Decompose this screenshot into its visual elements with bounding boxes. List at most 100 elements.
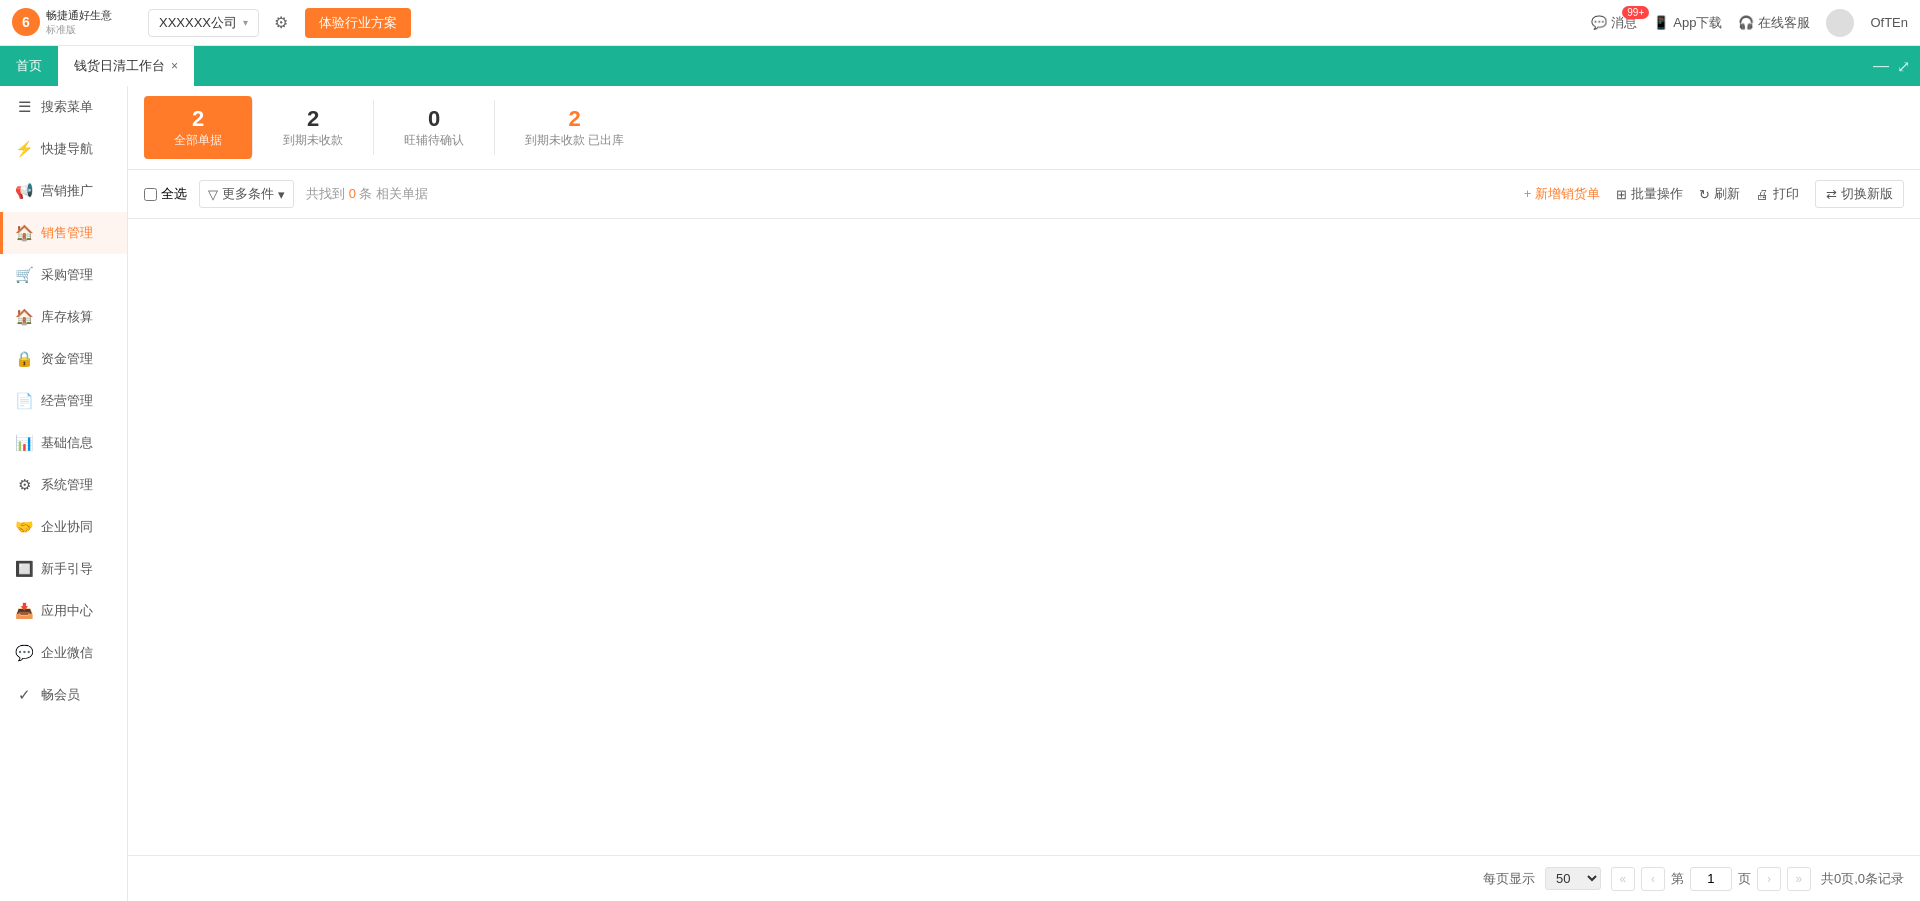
stat-number-wangwang: 0 bbox=[428, 106, 440, 132]
checkbox-input[interactable] bbox=[144, 188, 157, 201]
refresh-icon: ↻ bbox=[1699, 187, 1710, 202]
sidebar-item-quick-nav[interactable]: ⚡ 快捷导航 bbox=[0, 128, 127, 170]
toolbar-right: + 新增销货单 ⊞ 批量操作 ↻ 刷新 🖨 打印 ⇄ 切换新版 bbox=[1524, 180, 1904, 208]
tab-bar: 首页 钱货日清工作台 × — ⤢ bbox=[0, 46, 1920, 86]
print-button[interactable]: 🖨 打印 bbox=[1756, 185, 1799, 203]
stat-label-wangwang: 旺辅待确认 bbox=[404, 132, 464, 149]
table-area bbox=[128, 219, 1920, 855]
online-service-button[interactable]: 🎧 在线客服 bbox=[1738, 14, 1810, 32]
sidebar-item-member[interactable]: ✓ 畅会员 bbox=[0, 674, 127, 716]
menu-icon: ☰ bbox=[15, 98, 33, 116]
switch-version-button[interactable]: ⇄ 切换新版 bbox=[1815, 180, 1904, 208]
result-text: 共找到 0 条 相关单据 bbox=[306, 185, 428, 203]
logo-area: 6 畅捷通好生意 标准版 bbox=[12, 8, 140, 36]
enterprise-icon: 🤝 bbox=[15, 518, 33, 536]
new-order-button[interactable]: + 新增销货单 bbox=[1524, 185, 1600, 203]
guide-icon: 🔲 bbox=[15, 560, 33, 578]
stat-number-overdue-stock: 2 bbox=[569, 106, 581, 132]
main-layout: ☰ 搜索菜单 ⚡ 快捷导航 📢 营销推广 🏠 销售管理 🛒 采购管理 🏠 库存核… bbox=[0, 86, 1920, 901]
chevron-down-icon: ▾ bbox=[243, 17, 248, 28]
select-all-checkbox[interactable]: 全选 bbox=[144, 185, 187, 203]
settings-button[interactable]: ⚙ bbox=[267, 9, 295, 37]
per-page-label: 每页显示 bbox=[1483, 870, 1535, 888]
sidebar-item-purchase[interactable]: 🛒 采购管理 bbox=[0, 254, 127, 296]
sidebar-item-system[interactable]: ⚙ 系统管理 bbox=[0, 464, 127, 506]
page-input[interactable] bbox=[1690, 867, 1732, 891]
filter-icon: ▽ bbox=[208, 187, 218, 202]
app-version: 标准版 bbox=[46, 23, 112, 37]
message-badge: 99+ bbox=[1622, 6, 1649, 19]
sidebar-item-appstore[interactable]: 📥 应用中心 bbox=[0, 590, 127, 632]
prev-page-button[interactable]: ‹ bbox=[1641, 867, 1665, 891]
last-page-button[interactable]: » bbox=[1787, 867, 1811, 891]
marketing-icon: 📢 bbox=[15, 182, 33, 200]
refresh-button[interactable]: ↻ 刷新 bbox=[1699, 185, 1740, 203]
sidebar-item-guide[interactable]: 🔲 新手引导 bbox=[0, 548, 127, 590]
sidebar-item-operation[interactable]: 📄 经营管理 bbox=[0, 380, 127, 422]
switch-icon: ⇄ bbox=[1826, 187, 1837, 202]
member-icon: ✓ bbox=[15, 686, 33, 704]
basic-icon: 📊 bbox=[15, 434, 33, 452]
tab-minimize-button[interactable]: — bbox=[1873, 57, 1889, 75]
operation-icon: 📄 bbox=[15, 392, 33, 410]
gear-icon: ⚙ bbox=[274, 13, 288, 32]
sidebar-item-enterprise[interactable]: 🤝 企业协同 bbox=[0, 506, 127, 548]
stat-card-all[interactable]: 2 全部单据 bbox=[144, 96, 252, 159]
chevron-filter-icon: ▾ bbox=[278, 187, 285, 202]
finance-icon: 🔒 bbox=[15, 350, 33, 368]
purchase-icon: 🛒 bbox=[15, 266, 33, 284]
page-prefix: 第 bbox=[1671, 870, 1684, 888]
avatar[interactable] bbox=[1826, 9, 1854, 37]
next-page-button[interactable]: › bbox=[1757, 867, 1781, 891]
stat-number-all: 2 bbox=[192, 106, 204, 132]
company-name: XXXXXX公司 bbox=[159, 14, 237, 32]
filter-button[interactable]: ▽ 更多条件 ▾ bbox=[199, 180, 294, 208]
stat-card-overdue[interactable]: 2 到期未收款 bbox=[253, 96, 373, 159]
stat-label-all: 全部单据 bbox=[174, 132, 222, 149]
tab-close-button[interactable]: × bbox=[171, 59, 178, 73]
stat-card-overdue-stock[interactable]: 2 到期未收款 已出库 bbox=[495, 96, 654, 159]
message-button[interactable]: 💬 消息 99+ bbox=[1591, 14, 1637, 32]
toolbar: 全选 ▽ 更多条件 ▾ 共找到 0 条 相关单据 + 新增销货单 ⊞ 批量操作 bbox=[128, 170, 1920, 219]
appstore-icon: 📥 bbox=[15, 602, 33, 620]
tab-maximize-button[interactable]: ⤢ bbox=[1897, 57, 1910, 76]
tab-home[interactable]: 首页 bbox=[0, 46, 58, 86]
sidebar-item-sales[interactable]: 🏠 销售管理 bbox=[0, 212, 127, 254]
first-page-button[interactable]: « bbox=[1611, 867, 1635, 891]
inventory-icon: 🏠 bbox=[15, 308, 33, 326]
batch-button[interactable]: ⊞ 批量操作 bbox=[1616, 185, 1683, 203]
user-name: OfTEn bbox=[1870, 15, 1908, 30]
sidebar-item-inventory[interactable]: 🏠 库存核算 bbox=[0, 296, 127, 338]
sidebar-item-basic[interactable]: 📊 基础信息 bbox=[0, 422, 127, 464]
print-icon: 🖨 bbox=[1756, 187, 1769, 202]
tab-active[interactable]: 钱货日清工作台 × bbox=[58, 46, 194, 86]
stat-label-overdue: 到期未收款 bbox=[283, 132, 343, 149]
system-icon: ⚙ bbox=[15, 476, 33, 494]
message-icon: 💬 bbox=[1591, 15, 1607, 30]
page-nav: « ‹ 第 页 › » bbox=[1611, 867, 1811, 891]
sidebar-item-finance[interactable]: 🔒 资金管理 bbox=[0, 338, 127, 380]
sidebar-item-wechat[interactable]: 💬 企业微信 bbox=[0, 632, 127, 674]
trial-button[interactable]: 体验行业方案 bbox=[305, 8, 411, 38]
company-selector[interactable]: XXXXXX公司 ▾ bbox=[148, 9, 259, 37]
download-icon: 📱 bbox=[1653, 15, 1669, 30]
header-right: 💬 消息 99+ 📱 App下载 🎧 在线客服 OfTEn bbox=[1591, 9, 1908, 37]
sidebar-item-search-menu[interactable]: ☰ 搜索菜单 bbox=[0, 86, 127, 128]
total-records: 共0页,0条记录 bbox=[1821, 870, 1904, 888]
sidebar: ☰ 搜索菜单 ⚡ 快捷导航 📢 营销推广 🏠 销售管理 🛒 采购管理 🏠 库存核… bbox=[0, 86, 128, 901]
stat-number-overdue: 2 bbox=[307, 106, 319, 132]
top-header: 6 畅捷通好生意 标准版 XXXXXX公司 ▾ ⚙ 体验行业方案 💬 消息 99… bbox=[0, 0, 1920, 46]
headset-icon: 🎧 bbox=[1738, 15, 1754, 30]
sidebar-item-marketing[interactable]: 📢 营销推广 bbox=[0, 170, 127, 212]
stats-row: 2 全部单据 2 到期未收款 0 旺辅待确认 2 到期未收款 已出库 bbox=[128, 86, 1920, 170]
quick-icon: ⚡ bbox=[15, 140, 33, 158]
content-area: 2 全部单据 2 到期未收款 0 旺辅待确认 2 到期未收款 已出库 bbox=[128, 86, 1920, 901]
tab-bar-right: — ⤢ bbox=[1873, 57, 1920, 76]
app-name: 畅捷通好生意 bbox=[46, 8, 112, 22]
per-page-select[interactable]: 50 100 200 bbox=[1545, 867, 1601, 890]
stat-card-wangwang[interactable]: 0 旺辅待确认 bbox=[374, 96, 494, 159]
stat-label-overdue-stock: 到期未收款 已出库 bbox=[525, 132, 624, 149]
sales-icon: 🏠 bbox=[15, 224, 33, 242]
app-download-button[interactable]: 📱 App下载 bbox=[1653, 14, 1722, 32]
page-suffix: 页 bbox=[1738, 870, 1751, 888]
